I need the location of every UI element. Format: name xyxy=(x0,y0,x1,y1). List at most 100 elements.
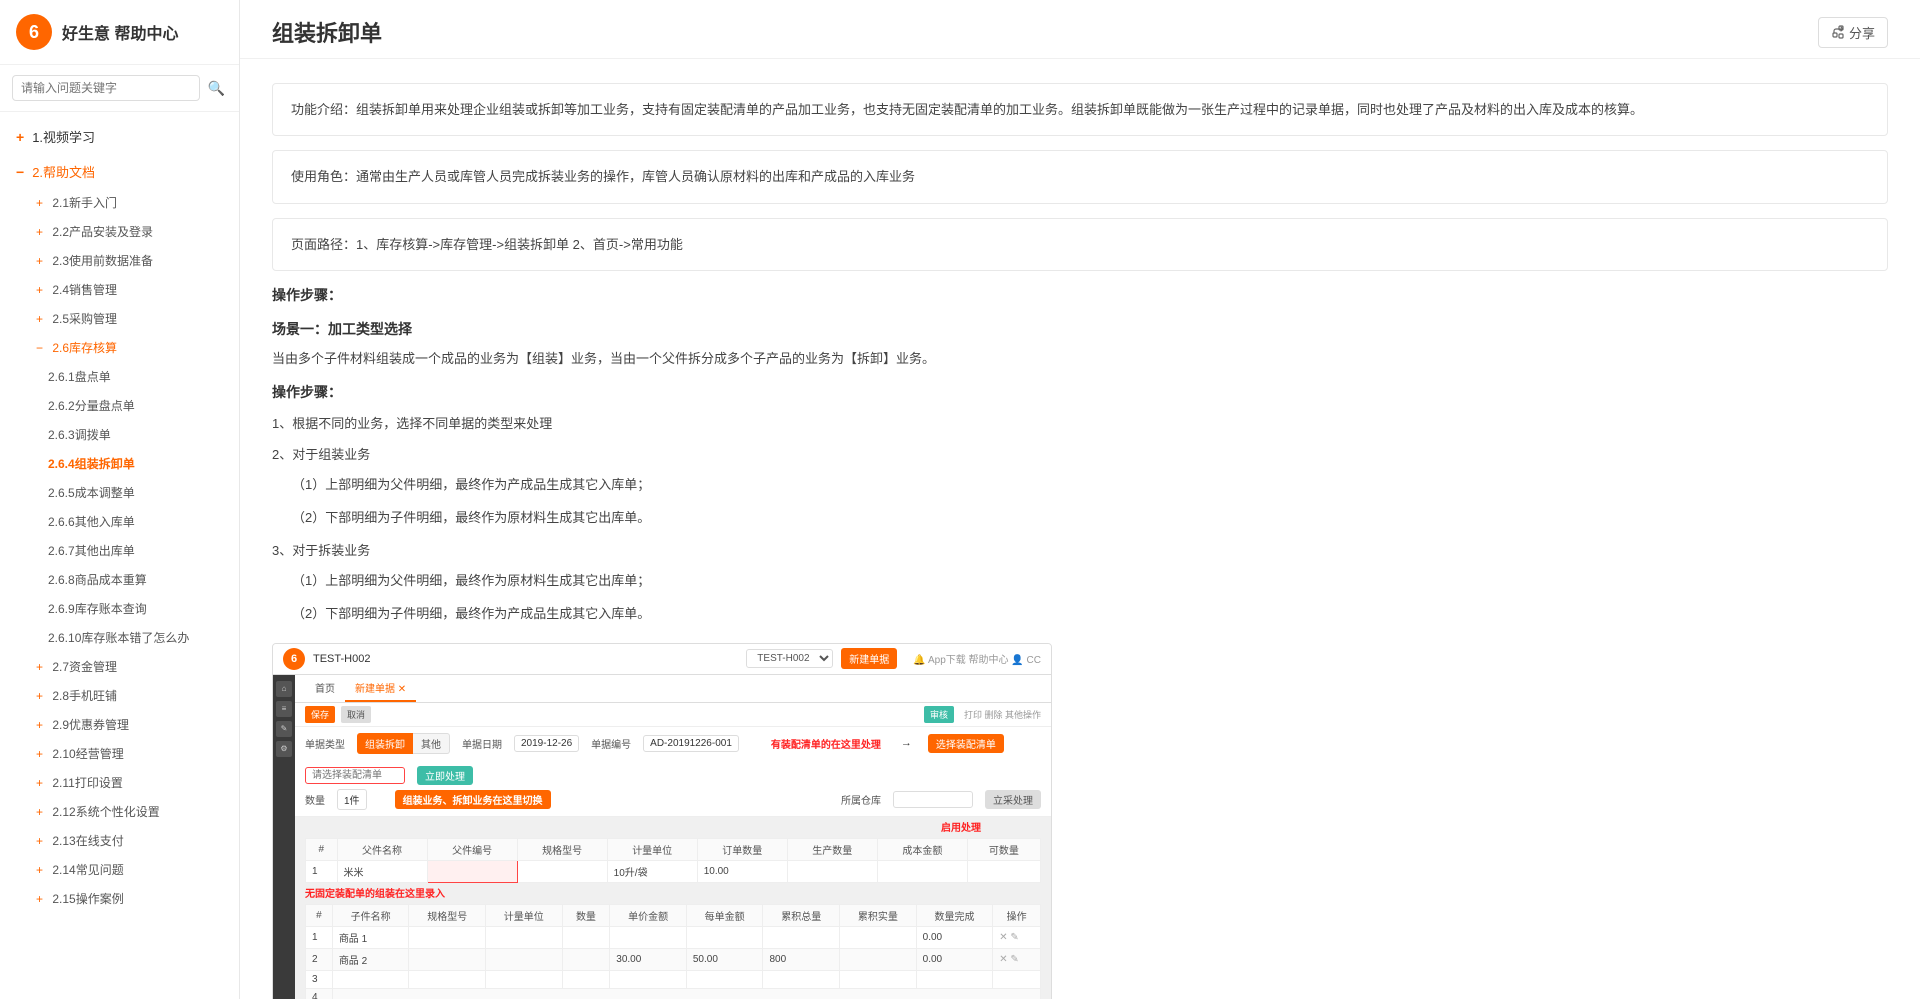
mock-cell-spec xyxy=(517,860,607,882)
mock-child-col-price: 单价金额 xyxy=(610,904,687,926)
mock-generate-btn[interactable]: 立即处理 xyxy=(417,766,473,785)
mock-table-col-num: # xyxy=(306,838,338,860)
search-input[interactable] xyxy=(12,75,200,101)
mock-approve-btn[interactable]: 审核 xyxy=(924,706,954,723)
ops-steps-title: 操作步骤： xyxy=(272,382,1888,402)
sidebar-item-assembly[interactable]: 2.6.4组装拆卸单 xyxy=(0,449,239,478)
nav-sub-inventory: 2.6.1盘点单 2.6.2分量盘点单 2.6.3调拨单 2.6.4组装拆卸单 … xyxy=(0,362,239,652)
mock-bom-input[interactable] xyxy=(305,767,405,784)
sidebar-item-print[interactable]: + 2.11打印设置 xyxy=(0,768,239,797)
mock-warehouse-label: 所属仓库 xyxy=(841,792,881,807)
sidebar-item-cases[interactable]: + 2.15操作案例 xyxy=(0,884,239,913)
step3b: （2）下部明细为子件明细，最终作为产成品生成其它入库单。 xyxy=(292,602,1888,627)
mock-assembly-btn[interactable]: 组装拆卸 xyxy=(357,733,413,754)
mock-table-col-prod-qty: 生产数量 xyxy=(787,838,877,860)
intro-text: 功能介绍：组装拆卸单用来处理企业组装或拆卸等加工业务，支持有固定装配清单的产品加… xyxy=(291,102,1643,117)
sidebar-item-cost-adjust[interactable]: 2.6.5成本调整单 xyxy=(0,478,239,507)
mock-app-body: ⌂ ≡ ✎ ⚙ 首页 新建单据 ✕ xyxy=(273,675,1051,999)
mock-orange-bar-text: 组装业务、拆卸业务在这里切换 xyxy=(403,796,543,807)
step2a: （1）上部明细为父件明细，最终作为产成品生成其它入库单； xyxy=(292,473,1888,498)
sidebar-item-other-out[interactable]: 2.6.7其他出库单 xyxy=(0,536,239,565)
share-button[interactable]: 分享 xyxy=(1818,17,1888,48)
sidebar-item-partial-check[interactable]: 2.6.2分量盘点单 xyxy=(0,391,239,420)
sidebar-item-faq[interactable]: + 2.14常见问题 xyxy=(0,855,239,884)
mock-date-label: 单据日期 xyxy=(462,736,502,751)
mock-qty-val[interactable]: 1件 xyxy=(337,789,367,810)
mock-table-col-spec: 规格型号 xyxy=(517,838,607,860)
mock-tab-new[interactable]: 新建单据 ✕ xyxy=(345,675,416,702)
mock-side-edit-icon[interactable]: ✎ xyxy=(276,721,292,737)
mock-orange-bar: 组装业务、拆卸业务在这里切换 xyxy=(395,790,551,809)
mock-child-col-spec: 规格型号 xyxy=(409,904,486,926)
sidebar-item-cost-recalc[interactable]: 2.6.8商品成本重算 xyxy=(0,565,239,594)
sidebar-item-inventory[interactable]: − 2.6库存核算 xyxy=(0,333,239,362)
sidebar-item-stock-query[interactable]: 2.6.9库存账本查询 xyxy=(0,594,239,623)
sidebar: 6 好生意 帮助中心 🔍 + 1.视频学习 − 2.帮助文档 + 2.1新 xyxy=(0,0,240,999)
mock-select-bom-btn[interactable]: 选择装配清单 xyxy=(928,734,1004,753)
sidebar-item-payment[interactable]: + 2.13在线支付 xyxy=(0,826,239,855)
mock-warehouse-input[interactable] xyxy=(893,791,973,808)
mock-logo-circle: 6 xyxy=(283,648,305,670)
mock-child-col-unit: 计量单位 xyxy=(486,904,563,926)
mock-child-col-name: 子件名称 xyxy=(332,904,409,926)
path-block: 页面路径：1、库存核算->库存管理->组装拆卸单 2、首页->常用功能 xyxy=(272,218,1888,271)
sidebar-item-mobile[interactable]: + 2.8手机旺铺 xyxy=(0,681,239,710)
mock-annotation2-area: 无固定装配单的组装在这里录入 xyxy=(295,885,1051,900)
sidebar-item-finance[interactable]: + 2.7资金管理 xyxy=(0,652,239,681)
mock-date-val[interactable]: 2019-12-26 xyxy=(514,735,579,752)
sidebar-item-video-learning[interactable]: + 1.视频学习 xyxy=(0,120,239,153)
mock-side-list-icon[interactable]: ≡ xyxy=(276,701,292,717)
sidebar-item-sales[interactable]: + 2.4销售管理 xyxy=(0,275,239,304)
mock-form-row1: 单据类型 组装拆卸 其他 单据日期 2019-12-26 单据编号 AD-201… xyxy=(305,733,1041,785)
plus-icon: + xyxy=(16,129,24,145)
mock-cancel-btn[interactable]: 取消 xyxy=(341,706,371,723)
mock-doctype-toggle: 组装拆卸 其他 xyxy=(357,733,450,754)
sidebar-item-help-docs[interactable]: − 2.帮助文档 xyxy=(0,155,239,188)
sidebar-item-data-prep[interactable]: + 2.3使用前数据准备 xyxy=(0,246,239,275)
mock-qty-label: 数量 xyxy=(305,792,325,807)
sidebar-item-coupon[interactable]: + 2.9优惠券管理 xyxy=(0,710,239,739)
mock-child-row-4: 4 xyxy=(306,988,1041,999)
step1: 1、根据不同的业务，选择不同单据的类型来处理 xyxy=(272,412,1888,437)
path-text: 页面路径：1、库存核算->库存管理->组装拆卸单 2、首页->常用功能 xyxy=(291,237,683,252)
mock-table-col-cost: 成本金额 xyxy=(877,838,967,860)
sidebar-item-beginner[interactable]: + 2.1新手入门 xyxy=(0,188,239,217)
mock-sidebar-left: ⌂ ≡ ✎ ⚙ xyxy=(273,675,295,999)
mock-cell-order-qty: 10.00 xyxy=(697,860,787,882)
mock-cell-parent-name: 米米 xyxy=(337,860,427,882)
mock-check-btn[interactable]: 立采处理 xyxy=(985,790,1041,809)
sidebar-item-transfer[interactable]: 2.6.3调拨单 xyxy=(0,420,239,449)
sidebar-item-purchase[interactable]: + 2.5采购管理 xyxy=(0,304,239,333)
sidebar-item-stock-error[interactable]: 2.6.10库存账本错了怎么办 xyxy=(0,623,239,652)
sidebar-item-other-in[interactable]: 2.6.6其他入库单 xyxy=(0,507,239,536)
mock-other-btn[interactable]: 其他 xyxy=(413,733,450,754)
mock-cell-parent-code xyxy=(427,860,517,882)
mock-company-select[interactable]: TEST-H002 xyxy=(746,649,833,668)
mock-app: 6 TEST-H002 TEST-H002 新建单据 🔔 App下载 帮助中心 … xyxy=(273,644,1051,999)
mock-side-settings-icon[interactable]: ⚙ xyxy=(276,741,292,757)
mock-section-title-bar: 保存 取消 审核 打印 删除 其他操作 xyxy=(295,703,1051,727)
sidebar-item-ops[interactable]: + 2.10经营管理 xyxy=(0,739,239,768)
sidebar-item-label: 1.视频学习 xyxy=(32,127,95,146)
mock-upper-table-area: # 父件名称 父件编号 规格型号 计量单位 订单数量 生产数量 成本金额 xyxy=(295,834,1051,883)
sidebar-item-customize[interactable]: + 2.12系统个性化设置 xyxy=(0,797,239,826)
mock-parent-row-1: 1 米米 10升/袋 10.00 xyxy=(306,860,1041,882)
sidebar-item-install[interactable]: + 2.2产品安装及登录 xyxy=(0,217,239,246)
mock-form-area: 单据类型 组装拆卸 其他 单据日期 2019-12-26 单据编号 AD-201… xyxy=(295,727,1051,817)
nav-section-1: + 1.视频学习 xyxy=(0,120,239,153)
mock-new-doc-btn[interactable]: 新建单据 xyxy=(841,648,897,669)
mock-side-home-icon[interactable]: ⌂ xyxy=(276,681,292,697)
intro-block: 功能介绍：组装拆卸单用来处理企业组装或拆卸等加工业务，支持有固定装配清单的产品加… xyxy=(272,83,1888,136)
mock-table-col-parent-name: 父件名称 xyxy=(337,838,427,860)
mock-docno-val[interactable]: AD-20191226-001 xyxy=(643,735,739,752)
mock-tab-home[interactable]: 首页 xyxy=(305,675,345,702)
scenario1-title: 场景一：加工类型选择 xyxy=(272,319,1888,339)
sidebar-item-inventory-check[interactable]: 2.6.1盘点单 xyxy=(0,362,239,391)
mock-brand: TEST-H002 xyxy=(313,653,370,665)
mock-table-col-avail: 可数量 xyxy=(967,838,1040,860)
search-button[interactable]: 🔍 xyxy=(206,78,227,99)
mock-topbar: 6 TEST-H002 TEST-H002 新建单据 🔔 App下载 帮助中心 … xyxy=(273,644,1051,675)
mock-child-col-op: 操作 xyxy=(993,904,1041,926)
mock-save-btn[interactable]: 保存 xyxy=(305,706,335,723)
main-content: 功能介绍：组装拆卸单用来处理企业组装或拆卸等加工业务，支持有固定装配清单的产品加… xyxy=(240,59,1920,999)
